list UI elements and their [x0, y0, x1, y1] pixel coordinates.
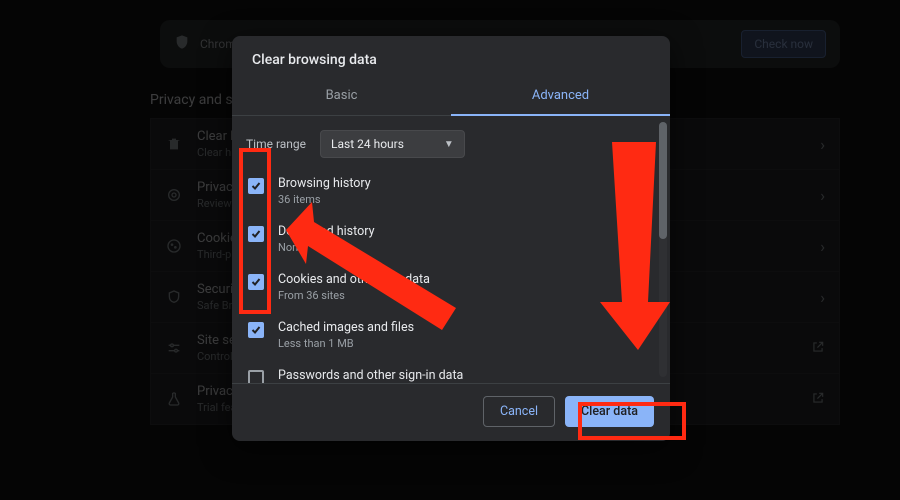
time-range-select[interactable]: Last 24 hours ▼ [320, 130, 465, 158]
cancel-button[interactable]: Cancel [483, 396, 555, 427]
chevron-down-icon: ▼ [444, 139, 454, 150]
tab-basic[interactable]: Basic [232, 78, 451, 115]
item-download-history[interactable]: Download historyNone [246, 216, 652, 264]
checkbox-browsing-history[interactable] [248, 178, 264, 194]
clear-data-button[interactable]: Clear data [565, 396, 654, 427]
item-passwords[interactable]: Passwords and other sign-in dataNone [246, 360, 652, 383]
scrollbar[interactable] [659, 122, 667, 377]
scrollbar-thumb[interactable] [659, 122, 667, 239]
item-browsing-history[interactable]: Browsing history36 items [246, 168, 652, 216]
dialog-footer: Cancel Clear data [232, 383, 670, 441]
checkbox-passwords[interactable] [248, 370, 264, 383]
checkbox-cached-images[interactable] [248, 322, 264, 338]
checkbox-cookies[interactable] [248, 274, 264, 290]
time-range-label: Time range [246, 137, 306, 151]
item-cookies[interactable]: Cookies and other site dataFrom 36 sites [246, 264, 652, 312]
dialog-body: Time range Last 24 hours ▼ Browsing hist… [232, 116, 658, 383]
item-cached-images[interactable]: Cached images and filesLess than 1 MB [246, 312, 652, 360]
tab-advanced[interactable]: Advanced [451, 78, 670, 115]
dialog-tabs: Basic Advanced [232, 78, 670, 116]
checkbox-download-history[interactable] [248, 226, 264, 242]
dialog-title: Clear browsing data [232, 36, 670, 78]
clear-browsing-data-dialog: Clear browsing data Basic Advanced Time … [232, 36, 670, 441]
time-range-value: Last 24 hours [331, 137, 404, 151]
